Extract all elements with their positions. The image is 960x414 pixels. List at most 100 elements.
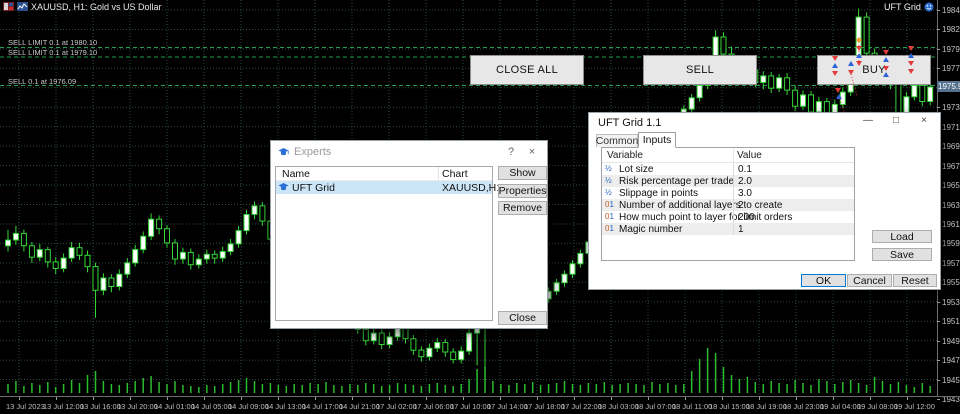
parameter-name: Lot size — [619, 164, 654, 175]
column-chart: Chart — [442, 168, 468, 180]
parameter-value[interactable]: 200 — [733, 211, 854, 223]
input-parameter-row: ½ Slippage in points 3.0 — [602, 187, 854, 199]
price-tick-mark — [937, 10, 940, 11]
time-tick-mark — [19, 397, 20, 400]
current-price-box: 1975.93 — [937, 81, 960, 92]
price-tick-mark — [937, 341, 940, 342]
time-tick-mark — [426, 397, 427, 400]
chart-mode-icon[interactable] — [3, 2, 14, 11]
price-tick-label: 1955.35 — [942, 278, 960, 287]
time-tick-mark — [93, 397, 94, 400]
ea-badge: UFT Grid — [884, 1, 934, 12]
time-tick-mark — [56, 397, 57, 400]
uft-close-icon[interactable]: × — [918, 115, 930, 126]
price-tick-mark — [937, 360, 940, 361]
price-tick-label: 1977.90 — [942, 64, 960, 73]
time-tick-label: 18 Jul 23:00 — [783, 402, 824, 411]
price-tick-mark — [937, 29, 940, 30]
column-variable: Variable — [607, 150, 643, 161]
time-tick-mark — [648, 397, 649, 400]
price-tick-label: 1949.20 — [942, 337, 960, 346]
experts-close-icon[interactable]: × — [524, 146, 540, 158]
time-tick-mark — [315, 397, 316, 400]
price-tick-label: 1979.95 — [942, 45, 960, 54]
ea-smiley-icon[interactable] — [924, 2, 934, 12]
tab-inputs[interactable]: Inputs — [638, 132, 676, 148]
inputs-table: Variable Value ½ Lot size 0.1 ½ Risk percent… — [601, 147, 855, 261]
price-tick-label: 1963.55 — [942, 201, 960, 210]
buy-button[interactable]: BUY — [817, 55, 931, 85]
time-tick-label: 14 Jul 05:00 — [191, 402, 232, 411]
time-tick-label: 14 Jul 17:00 — [302, 402, 343, 411]
minimize-icon[interactable]: — — [862, 115, 874, 126]
input-parameter-row: 01 How much point to layer for limit orde… — [602, 211, 854, 223]
save-button[interactable]: Save — [872, 248, 932, 261]
reset-button[interactable]: Reset — [893, 274, 937, 287]
price-tick-label: 1959.45 — [942, 239, 960, 248]
double-type-icon: ½ — [605, 176, 612, 185]
time-tick-mark — [389, 397, 390, 400]
help-button[interactable]: ? — [503, 146, 519, 158]
trade-line-label: SELL LIMIT 0.1 at 1979.10 — [8, 48, 98, 57]
time-tick-mark — [685, 397, 686, 400]
time-tick-mark — [500, 397, 501, 400]
time-tick-label: 13 Jul 12:00 — [43, 402, 84, 411]
value-column-divider — [733, 148, 734, 162]
integer-type-icon: 01 — [605, 224, 614, 233]
price-tick-mark — [937, 321, 940, 322]
time-tick-mark — [130, 397, 131, 400]
price-tick-label: 1945.10 — [942, 376, 960, 385]
maximize-icon[interactable]: □ — [890, 115, 902, 126]
time-tick-label: 17 Jul 06:00 — [413, 402, 454, 411]
parameter-value[interactable]: 0.1 — [733, 163, 854, 175]
inputs-table-header: Variable Value — [602, 148, 854, 163]
parameter-value[interactable]: 2.0 — [733, 175, 854, 187]
time-tick-label: 14 Jul 01:00 — [154, 402, 195, 411]
parameter-value[interactable]: 3.0 — [733, 187, 854, 199]
experts-list-row[interactable]: UFT Grid XAUUSD,H1 — [276, 181, 502, 194]
show-button[interactable]: Show — [498, 166, 547, 180]
price-tick-label: 1953.30 — [942, 298, 960, 307]
time-tick-label: 13 Jul 20:00 — [117, 402, 158, 411]
price-tick-label: 1951.25 — [942, 317, 960, 326]
time-tick-mark — [833, 397, 834, 400]
time-tick-label: 14 Jul 09:00 — [228, 402, 269, 411]
time-tick-mark — [611, 397, 612, 400]
cancel-button[interactable]: Cancel — [847, 274, 892, 287]
time-tick-mark — [574, 397, 575, 400]
time-tick-label: 14 Jul 13:00 — [265, 402, 306, 411]
time-tick-mark — [241, 397, 242, 400]
price-tick-label: 1947.15 — [942, 356, 960, 365]
time-tick-mark — [759, 397, 760, 400]
chart-type-icon[interactable] — [17, 2, 28, 11]
time-tick-label: 19 Jul 04:00 — [820, 402, 861, 411]
tab-common[interactable]: Common — [596, 134, 638, 147]
time-tick-mark — [463, 397, 464, 400]
parameter-value[interactable]: 1 — [733, 223, 854, 235]
expert-name: UFT Grid — [292, 182, 335, 194]
sell-button[interactable]: SELL — [643, 55, 757, 85]
properties-button[interactable]: Properties — [498, 183, 547, 198]
price-tick-label: 1982.00 — [942, 25, 960, 34]
input-parameter-row: 01 Number of additional layers to create 2 — [602, 199, 854, 211]
time-tick-mark — [870, 397, 871, 400]
parameter-name: Slippage in points — [619, 188, 698, 199]
time-tick-label: 19 Jul 12:00 — [894, 402, 935, 411]
experts-close-button[interactable]: Close — [498, 311, 547, 325]
ok-button[interactable]: OK — [801, 274, 846, 287]
price-tick-label: 1969.70 — [942, 142, 960, 151]
experts-dialog-titlebar[interactable]: Experts ? × — [271, 141, 547, 163]
price-tick-label: 1973.80 — [942, 103, 960, 112]
input-parameter-row: ½ Risk percentage per trade 2.0 — [602, 175, 854, 187]
load-button[interactable]: Load — [872, 230, 932, 243]
price-tick-mark — [937, 380, 940, 381]
price-tick-label: 1965.60 — [942, 181, 960, 190]
parameter-value[interactable]: 2 — [733, 199, 854, 211]
close-all-button[interactable]: CLOSE ALL — [470, 55, 584, 85]
ea-name-label: UFT Grid — [884, 1, 921, 12]
time-tick-mark — [537, 397, 538, 400]
remove-button[interactable]: Remove — [498, 201, 547, 215]
price-tick-mark — [937, 302, 940, 303]
time-tick-mark — [352, 397, 353, 400]
double-type-icon: ½ — [605, 164, 612, 173]
